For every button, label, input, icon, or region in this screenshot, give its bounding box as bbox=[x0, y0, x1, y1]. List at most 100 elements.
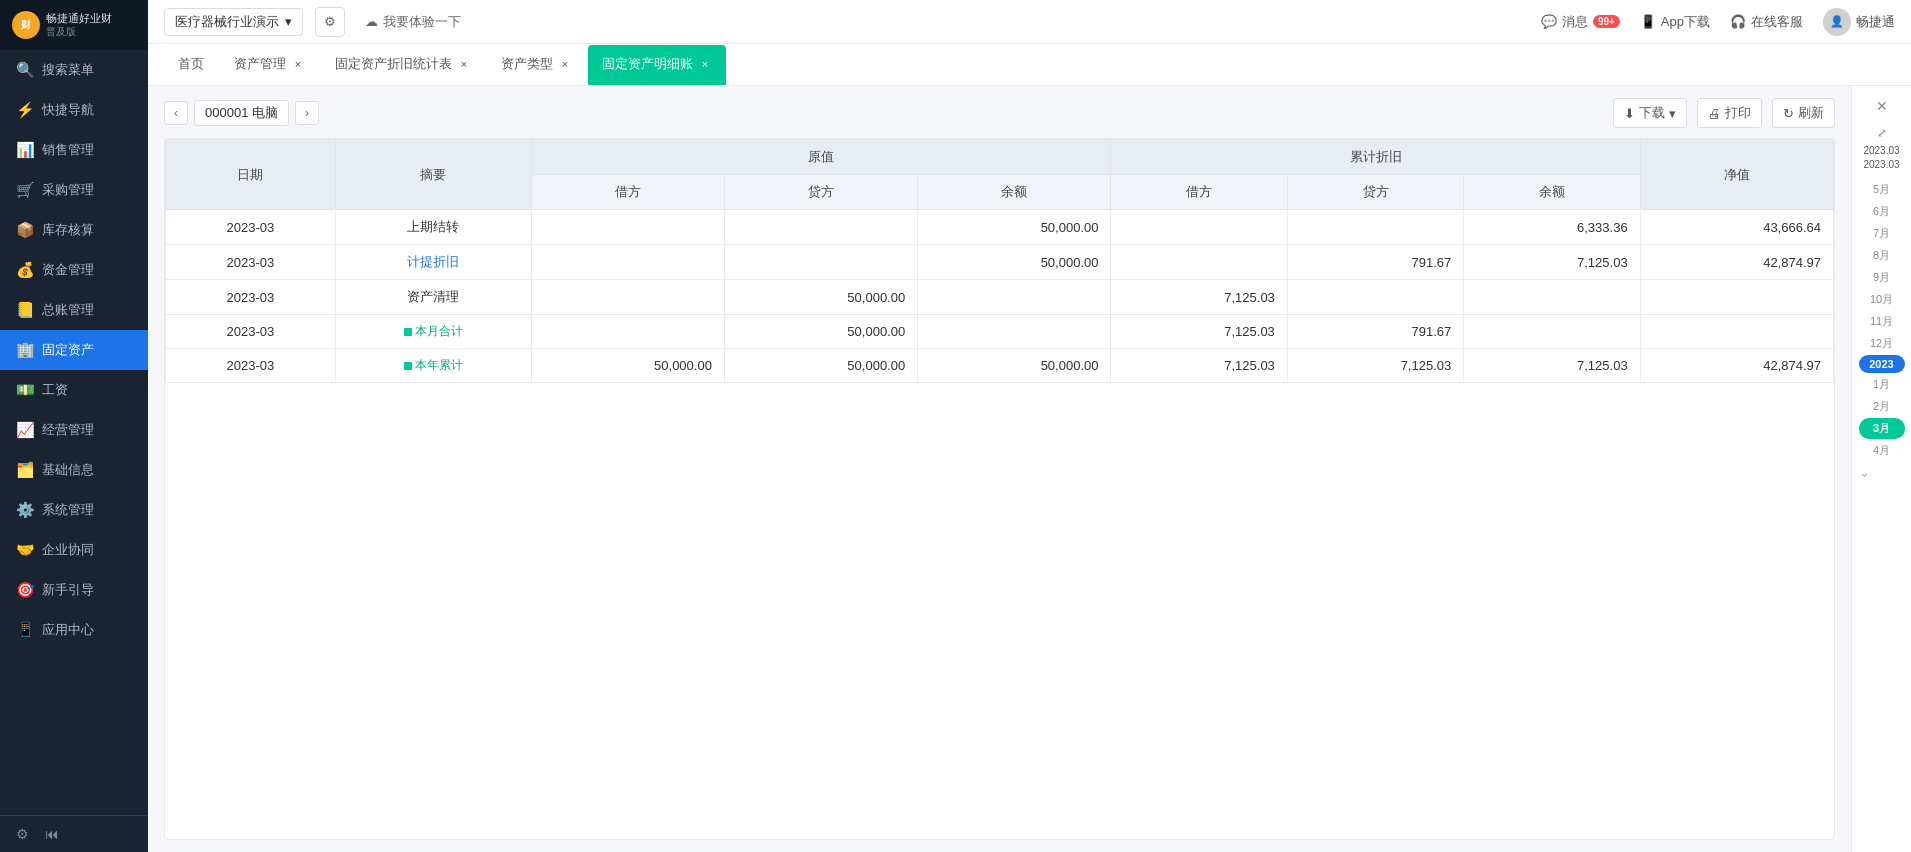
sidebar-scroll: 🔍 搜索菜单 ⚡ 快捷导航 📊 销售管理 🛒 采购管理 📦 库存核算 💰 资金管… bbox=[0, 50, 148, 815]
next-asset-btn[interactable]: › bbox=[295, 101, 319, 125]
timeline-month[interactable]: 2月 bbox=[1859, 396, 1905, 417]
timeline-month[interactable]: 4月 bbox=[1859, 440, 1905, 461]
cell-summary: 计提折旧 bbox=[335, 245, 531, 280]
timeline-month[interactable]: 9月 bbox=[1859, 267, 1905, 288]
timeline-month[interactable]: 8月 bbox=[1859, 245, 1905, 266]
timeline-month[interactable]: 12月 bbox=[1859, 333, 1905, 354]
tab-home[interactable]: 首页 bbox=[164, 45, 218, 85]
timeline-year-2023[interactable]: 2023 bbox=[1859, 355, 1905, 373]
cell-acc-credit: 7,125.03 bbox=[1287, 349, 1463, 383]
timeline-month[interactable]: 6月 bbox=[1859, 201, 1905, 222]
tab-close-assettype[interactable]: × bbox=[558, 57, 572, 71]
tab-close-detail[interactable]: × bbox=[698, 57, 712, 71]
sidebar-icon-wages: 💵 bbox=[16, 381, 34, 399]
sidebar-item-sales[interactable]: 📊 销售管理 bbox=[0, 130, 148, 170]
cell-acc-balance: 7,125.03 bbox=[1464, 245, 1640, 280]
close-panel-btn[interactable]: ✕ bbox=[1876, 94, 1888, 118]
cell-orig-debit bbox=[531, 245, 724, 280]
cell-orig-debit bbox=[531, 210, 724, 245]
sidebar-icon-search: 🔍 bbox=[16, 61, 34, 79]
table-row: 2023-03 计提折旧 50,000.00 791.67 7,125.03 4… bbox=[166, 245, 1834, 280]
header-settings-btn[interactable]: ⚙ bbox=[315, 7, 345, 37]
tab-detail[interactable]: 固定资产明细账× bbox=[588, 45, 726, 85]
sidebar-item-fixedassets[interactable]: 🏢 固定资产 bbox=[0, 330, 148, 370]
timeline-month[interactable]: 11月 bbox=[1859, 311, 1905, 332]
sidebar-item-inventory[interactable]: 📦 库存核算 bbox=[0, 210, 148, 250]
collapse-icon[interactable]: ⏮ bbox=[45, 826, 59, 842]
th-date: 日期 bbox=[166, 140, 336, 210]
cell-acc-debit: 7,125.03 bbox=[1111, 315, 1287, 349]
sidebar-item-ledger[interactable]: 📒 总账管理 bbox=[0, 290, 148, 330]
sidebar-item-base[interactable]: 🗂️ 基础信息 bbox=[0, 450, 148, 490]
cell-orig-credit bbox=[724, 245, 917, 280]
experience-btn[interactable]: ☁ 我要体验一下 bbox=[365, 13, 461, 31]
download-btn[interactable]: 📱 App下载 bbox=[1640, 13, 1710, 31]
cell-date: 2023-03 bbox=[166, 210, 336, 245]
settings-icon[interactable]: ⚙ bbox=[16, 826, 29, 842]
cell-orig-balance: 50,000.00 bbox=[918, 349, 1111, 383]
messages-label: 消息 bbox=[1562, 13, 1588, 31]
tab-assets[interactable]: 资产管理× bbox=[220, 45, 319, 85]
cell-orig-debit bbox=[531, 315, 724, 349]
timeline-month[interactable]: 5月 bbox=[1859, 179, 1905, 200]
sidebar-label-operations: 经营管理 bbox=[42, 421, 94, 439]
cell-acc-credit bbox=[1287, 210, 1463, 245]
download-icon: ⬇ bbox=[1624, 106, 1635, 121]
user-area[interactable]: 👤 畅捷通 bbox=[1823, 8, 1895, 36]
sidebar-item-collab[interactable]: 🤝 企业协同 bbox=[0, 530, 148, 570]
cell-orig-credit: 50,000.00 bbox=[724, 280, 917, 315]
sidebar-icon-apps: 📱 bbox=[16, 621, 34, 639]
cell-acc-balance: 7,125.03 bbox=[1464, 349, 1640, 383]
tab-label-assettype: 资产类型 bbox=[501, 55, 553, 73]
th-acc-credit: 贷方 bbox=[1287, 175, 1463, 210]
refresh-btn[interactable]: ↻ 刷新 bbox=[1772, 98, 1835, 128]
service-btn[interactable]: 🎧 在线客服 bbox=[1730, 13, 1803, 31]
sidebar-item-purchase[interactable]: 🛒 采购管理 bbox=[0, 170, 148, 210]
sidebar-label-apps: 应用中心 bbox=[42, 621, 94, 639]
avatar: 👤 bbox=[1823, 8, 1851, 36]
sidebar-item-search[interactable]: 🔍 搜索菜单 bbox=[0, 50, 148, 90]
timeline-month[interactable]: 3月 bbox=[1859, 418, 1905, 439]
sidebar-item-operations[interactable]: 📈 经营管理 bbox=[0, 410, 148, 450]
sidebar-label-fixedassets: 固定资产 bbox=[42, 341, 94, 359]
sidebar-item-funds[interactable]: 💰 资金管理 bbox=[0, 250, 148, 290]
table-row: 2023-03 本月合计 50,000.00 7,125.03 791.67 bbox=[166, 315, 1834, 349]
logo-icon: 财 bbox=[12, 11, 40, 39]
cell-net-value: 42,874.97 bbox=[1640, 349, 1833, 383]
prev-asset-btn[interactable]: ‹ bbox=[164, 101, 188, 125]
timeline-month[interactable]: 7月 bbox=[1859, 223, 1905, 244]
sidebar-item-wages[interactable]: 💵 工资 bbox=[0, 370, 148, 410]
cell-summary: 上期结转 bbox=[335, 210, 531, 245]
cell-date: 2023-03 bbox=[166, 315, 336, 349]
expand-panel-btn[interactable]: ⤢ bbox=[1877, 122, 1887, 144]
sidebar-label-base: 基础信息 bbox=[42, 461, 94, 479]
cell-net-value: 42,874.97 bbox=[1640, 245, 1833, 280]
sidebar-item-system[interactable]: ⚙️ 系统管理 bbox=[0, 490, 148, 530]
cell-acc-debit bbox=[1111, 210, 1287, 245]
detail-table: 日期 摘要 原值 累计折旧 净值 借方 贷方 余额 借方 贷方 余额 bbox=[165, 139, 1834, 383]
tab-depreciation[interactable]: 固定资产折旧统计表× bbox=[321, 45, 485, 85]
cell-acc-balance bbox=[1464, 315, 1640, 349]
sidebar-item-quicknav[interactable]: ⚡ 快捷导航 bbox=[0, 90, 148, 130]
download-btn[interactable]: ⬇ 下载 ▾ bbox=[1613, 98, 1687, 128]
cell-summary: 本月合计 bbox=[335, 315, 531, 349]
timeline-down-arrow[interactable]: ⌄ bbox=[1859, 462, 1905, 483]
print-icon: 🖨 bbox=[1708, 106, 1721, 121]
tab-close-depreciation[interactable]: × bbox=[457, 57, 471, 71]
cell-orig-debit: 50,000.00 bbox=[531, 349, 724, 383]
logo-text: 畅捷通好业财 bbox=[46, 11, 112, 25]
summary-link[interactable]: 计提折旧 bbox=[407, 254, 459, 269]
main-panel: ‹ 000001 电脑 › ⬇ 下载 ▾ 🖨 打印 bbox=[148, 86, 1851, 852]
tab-close-assets[interactable]: × bbox=[291, 57, 305, 71]
table-row: 2023-03 资产清理 50,000.00 7,125.03 bbox=[166, 280, 1834, 315]
sidebar-item-guide[interactable]: 🎯 新手引导 bbox=[0, 570, 148, 610]
summary-tag: 本年累计 bbox=[404, 357, 463, 374]
tab-assettype[interactable]: 资产类型 × bbox=[487, 45, 586, 85]
cell-orig-credit: 50,000.00 bbox=[724, 315, 917, 349]
timeline-month[interactable]: 10月 bbox=[1859, 289, 1905, 310]
messages-btn[interactable]: 💬 消息 99+ bbox=[1541, 13, 1620, 31]
sidebar-item-apps[interactable]: 📱 应用中心 bbox=[0, 610, 148, 650]
company-selector[interactable]: 医疗器械行业演示 ▾ bbox=[164, 8, 303, 36]
timeline-month[interactable]: 1月 bbox=[1859, 374, 1905, 395]
print-btn[interactable]: 🖨 打印 bbox=[1697, 98, 1762, 128]
